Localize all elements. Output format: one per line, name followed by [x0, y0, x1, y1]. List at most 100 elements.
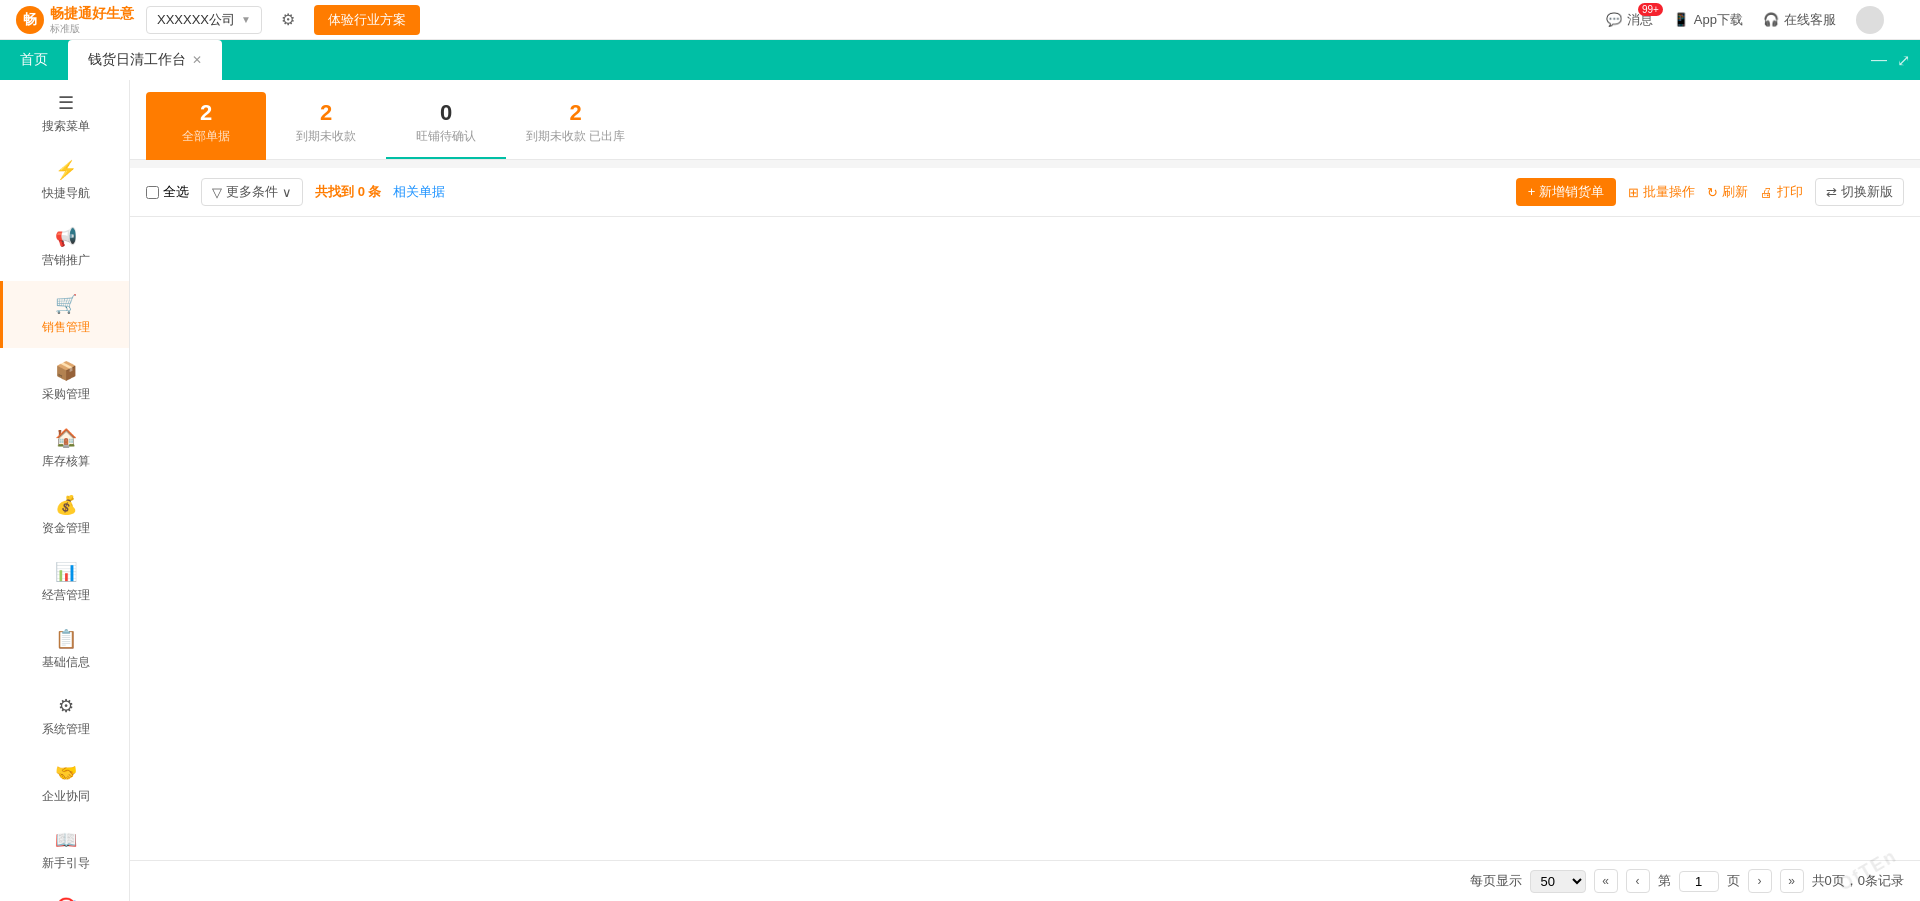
stat-tab-wangpu[interactable]: 0 旺铺待确认 — [386, 92, 506, 159]
refresh-button[interactable]: ↻ 刷新 — [1707, 183, 1748, 201]
last-page-button[interactable]: » — [1780, 869, 1804, 893]
tab-qianhuoqingzuotai[interactable]: 钱货日清工作台 ✕ — [68, 40, 222, 80]
filter-label: 更多条件 — [226, 183, 278, 201]
switch-icon: ⇄ — [1826, 185, 1837, 200]
sidebar-label-system: 系统管理 — [42, 721, 90, 738]
page-label: 第 — [1658, 872, 1671, 890]
related-doc-link[interactable]: 相关单据 — [393, 183, 445, 201]
prev-page-button[interactable]: ‹ — [1626, 869, 1650, 893]
message-badge: 99+ — [1638, 3, 1663, 16]
logo-icon: 畅 — [16, 6, 44, 34]
stat-tab-overdue[interactable]: 2 到期未收款 — [266, 92, 386, 159]
app-download-action[interactable]: 📱 App下载 — [1673, 11, 1743, 29]
main-layout: ☰ 搜索菜单 ⚡ 快捷导航 📢 营销推广 🛒 销售管理 📦 采购管理 🏠 库存核… — [0, 80, 1920, 901]
sidebar-item-purchase[interactable]: 📦 采购管理 — [0, 348, 129, 415]
switch-version-button[interactable]: ⇄ 切换新版 — [1815, 178, 1904, 206]
toolbar-right: + 新增销货单 ⊞ 批量操作 ↻ 刷新 🖨 打印 ⇄ 切换新版 — [1516, 178, 1904, 206]
basics-icon: 📋 — [55, 628, 77, 650]
sidebar-item-marketing[interactable]: 📢 营销推广 — [0, 214, 129, 281]
print-button[interactable]: 🖨 打印 — [1760, 183, 1803, 201]
sidebar-label-inventory: 库存核算 — [42, 453, 90, 470]
stat-desc-overdue: 到期未收款 — [286, 128, 366, 145]
company-name: XXXXXX公司 — [157, 11, 235, 29]
stat-num-overdue: 2 — [286, 100, 366, 126]
message-action[interactable]: 💬 消息 99+ — [1606, 11, 1653, 29]
sidebar-item-search[interactable]: ☰ 搜索菜单 — [0, 80, 129, 147]
print-icon: 🖨 — [1760, 185, 1773, 200]
filter-chevron-icon: ∨ — [282, 185, 292, 200]
sidebar-item-appcenter[interactable]: 🎯 应用中心 — [0, 884, 129, 901]
stat-desc-wangpu: 旺铺待确认 — [406, 128, 486, 145]
filter-button[interactable]: ▽ 更多条件 ∨ — [201, 178, 303, 206]
filter-icon: ▽ — [212, 185, 222, 200]
tab-expand-icon[interactable]: ⤢ — [1897, 51, 1910, 70]
select-all-checkbox[interactable]: 全选 — [146, 183, 189, 201]
switch-label: 切换新版 — [1841, 183, 1893, 201]
active-tab-label: 钱货日清工作台 — [88, 51, 186, 69]
settings-icon[interactable]: ⚙ — [274, 6, 302, 34]
sidebar-item-enterprise[interactable]: 🤝 企业协同 — [0, 750, 129, 817]
appcenter-icon: 🎯 — [55, 896, 77, 901]
sidebar-item-sales[interactable]: 🛒 销售管理 — [0, 281, 129, 348]
pagination: 每页显示 50 100 200 « ‹ 第 页 › » 共0页，0条记录 — [130, 860, 1920, 901]
stat-tab-overdue-shipped[interactable]: 2 到期未收款 已出库 — [506, 92, 645, 159]
batch-label: 批量操作 — [1643, 183, 1695, 201]
message-icon: 💬 — [1606, 12, 1622, 27]
tab-home[interactable]: 首页 — [0, 40, 68, 80]
system-icon: ⚙ — [58, 695, 74, 717]
per-page-select[interactable]: 50 100 200 — [1530, 870, 1586, 893]
marketing-icon: 📢 — [55, 226, 77, 248]
online-service-label: 在线客服 — [1784, 11, 1836, 29]
sidebar-item-inventory[interactable]: 🏠 库存核算 — [0, 415, 129, 482]
sidebar-label-enterprise: 企业协同 — [42, 788, 90, 805]
stat-desc-all: 全部单据 — [166, 128, 246, 145]
sales-icon: 🛒 — [55, 293, 77, 315]
select-all-label: 全选 — [163, 183, 189, 201]
purchase-icon: 📦 — [55, 360, 77, 382]
headset-icon: 🎧 — [1763, 12, 1779, 27]
next-page-button[interactable]: › — [1748, 869, 1772, 893]
add-sales-button[interactable]: + 新增销货单 — [1516, 178, 1616, 206]
sidebar-item-operations[interactable]: 📊 经营管理 — [0, 549, 129, 616]
newbie-icon: 📖 — [55, 829, 77, 851]
inventory-icon: 🏠 — [55, 427, 77, 449]
sidebar-item-newbie[interactable]: 📖 新手引导 — [0, 817, 129, 884]
sidebar-item-quicknav[interactable]: ⚡ 快捷导航 — [0, 147, 129, 214]
company-selector[interactable]: XXXXXX公司 ▼ — [146, 6, 262, 34]
print-label: 打印 — [1777, 183, 1803, 201]
app-download-label: App下载 — [1694, 11, 1743, 29]
first-page-button[interactable]: « — [1594, 869, 1618, 893]
sidebar-item-system[interactable]: ⚙ 系统管理 — [0, 683, 129, 750]
sidebar-label-basics: 基础信息 — [42, 654, 90, 671]
sidebar-label-newbie: 新手引导 — [42, 855, 90, 872]
total-records: 共0页，0条记录 — [1812, 872, 1904, 890]
logo-text: 畅捷通好生意 标准版 — [50, 4, 134, 35]
logo-main: 畅捷通好生意 — [50, 4, 134, 22]
sidebar-item-basics[interactable]: 📋 基础信息 — [0, 616, 129, 683]
top-header: 畅 畅捷通好生意 标准版 XXXXXX公司 ▼ ⚙ 体验行业方案 💬 消息 99… — [0, 0, 1920, 40]
sidebar-label-quicknav: 快捷导航 — [42, 185, 90, 202]
tab-close-icon[interactable]: ✕ — [192, 53, 202, 67]
search-menu-icon: ☰ — [58, 92, 74, 114]
toolbar: 全选 ▽ 更多条件 ∨ 共找到 0 条 相关单据 + 新增销货单 ⊞ 批量操作 — [130, 168, 1920, 217]
found-text: 共找到 0 条 — [315, 183, 381, 201]
sidebar-item-funds[interactable]: 💰 资金管理 — [0, 482, 129, 549]
avatar[interactable] — [1856, 6, 1884, 34]
table-area — [130, 217, 1920, 860]
logo-area: 畅 畅捷通好生意 标准版 — [16, 4, 134, 35]
tab-minimize-icon[interactable]: — — [1871, 51, 1887, 69]
content-area: 2 全部单据 2 到期未收款 0 旺铺待确认 2 到期未收款 已出库 全选 — [130, 80, 1920, 901]
download-icon: 📱 — [1673, 12, 1689, 27]
current-page-input[interactable] — [1679, 871, 1719, 892]
sidebar-label-purchase: 采购管理 — [42, 386, 90, 403]
online-service-action[interactable]: 🎧 在线客服 — [1763, 11, 1836, 29]
stat-tab-all[interactable]: 2 全部单据 — [146, 92, 266, 160]
enterprise-icon: 🤝 — [55, 762, 77, 784]
experience-button[interactable]: 体验行业方案 — [314, 5, 420, 35]
batch-op-button[interactable]: ⊞ 批量操作 — [1628, 183, 1695, 201]
stat-num-overdue-shipped: 2 — [526, 100, 625, 126]
nav-tabs-right: — ⤢ — [1871, 51, 1920, 70]
quick-nav-icon: ⚡ — [55, 159, 77, 181]
header-left: 畅 畅捷通好生意 标准版 XXXXXX公司 ▼ ⚙ 体验行业方案 — [16, 4, 420, 35]
select-all-input[interactable] — [146, 186, 159, 199]
